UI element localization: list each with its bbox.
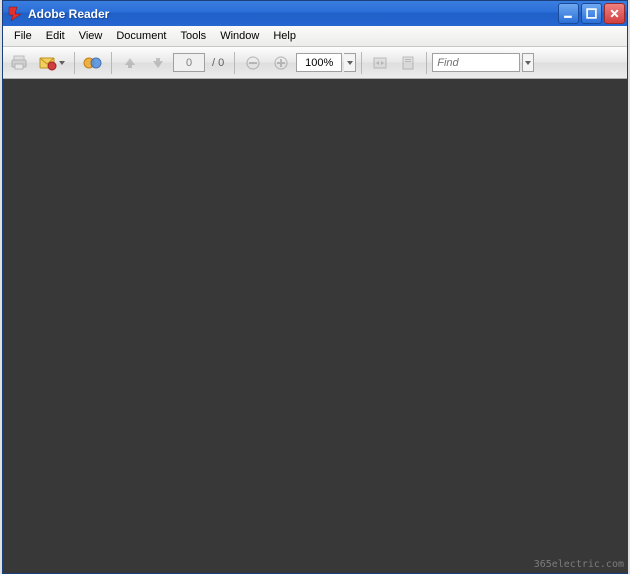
separator [74, 52, 75, 74]
separator [361, 52, 362, 74]
find-dropdown[interactable] [522, 53, 534, 72]
zoom-dropdown[interactable] [344, 53, 356, 72]
menu-help[interactable]: Help [266, 28, 303, 44]
watermark: 365electric.com [534, 559, 624, 570]
menubar: File Edit View Document Tools Window Hel… [3, 26, 627, 47]
print-icon [11, 55, 29, 71]
app-window: Adobe Reader File Edit View Document Too… [2, 0, 628, 574]
collaborate-button[interactable] [80, 51, 106, 75]
chevron-down-icon [525, 61, 531, 65]
window-controls [558, 1, 627, 26]
separator [426, 52, 427, 74]
page-total-label: / 0 [212, 57, 224, 69]
zoom-in-button[interactable] [268, 51, 294, 75]
maximize-button[interactable] [581, 3, 602, 24]
menu-window[interactable]: Window [213, 28, 266, 44]
menu-file[interactable]: File [7, 28, 39, 44]
document-area [3, 79, 627, 573]
minus-circle-icon [246, 56, 260, 70]
fit-page-button[interactable] [395, 51, 421, 75]
minimize-button[interactable] [558, 3, 579, 24]
menu-edit[interactable]: Edit [39, 28, 72, 44]
find-input[interactable] [437, 57, 515, 69]
menu-view[interactable]: View [72, 28, 110, 44]
plus-circle-icon [274, 56, 288, 70]
menu-tools[interactable]: Tools [174, 28, 214, 44]
arrow-up-icon [123, 56, 137, 70]
separator [111, 52, 112, 74]
fit-page-icon [400, 56, 416, 70]
next-page-button[interactable] [145, 51, 171, 75]
find-box[interactable] [432, 53, 520, 72]
prev-page-button[interactable] [117, 51, 143, 75]
zoom-input[interactable] [296, 53, 342, 72]
email-button[interactable] [35, 51, 69, 75]
print-button[interactable] [7, 51, 33, 75]
fit-width-button[interactable] [367, 51, 393, 75]
titlebar: Adobe Reader [3, 1, 627, 26]
page-number-input[interactable] [173, 53, 205, 72]
app-title: Adobe Reader [28, 7, 558, 21]
arrow-down-icon [151, 56, 165, 70]
app-icon [7, 6, 23, 22]
toolbar: / 0 [3, 47, 627, 79]
fit-width-icon [372, 56, 388, 70]
email-icon [39, 55, 57, 71]
separator [234, 52, 235, 74]
chevron-down-icon [59, 61, 65, 65]
close-button[interactable] [604, 3, 625, 24]
menu-document[interactable]: Document [109, 28, 173, 44]
collaborate-icon [83, 54, 103, 72]
chevron-down-icon [347, 61, 353, 65]
zoom-out-button[interactable] [240, 51, 266, 75]
